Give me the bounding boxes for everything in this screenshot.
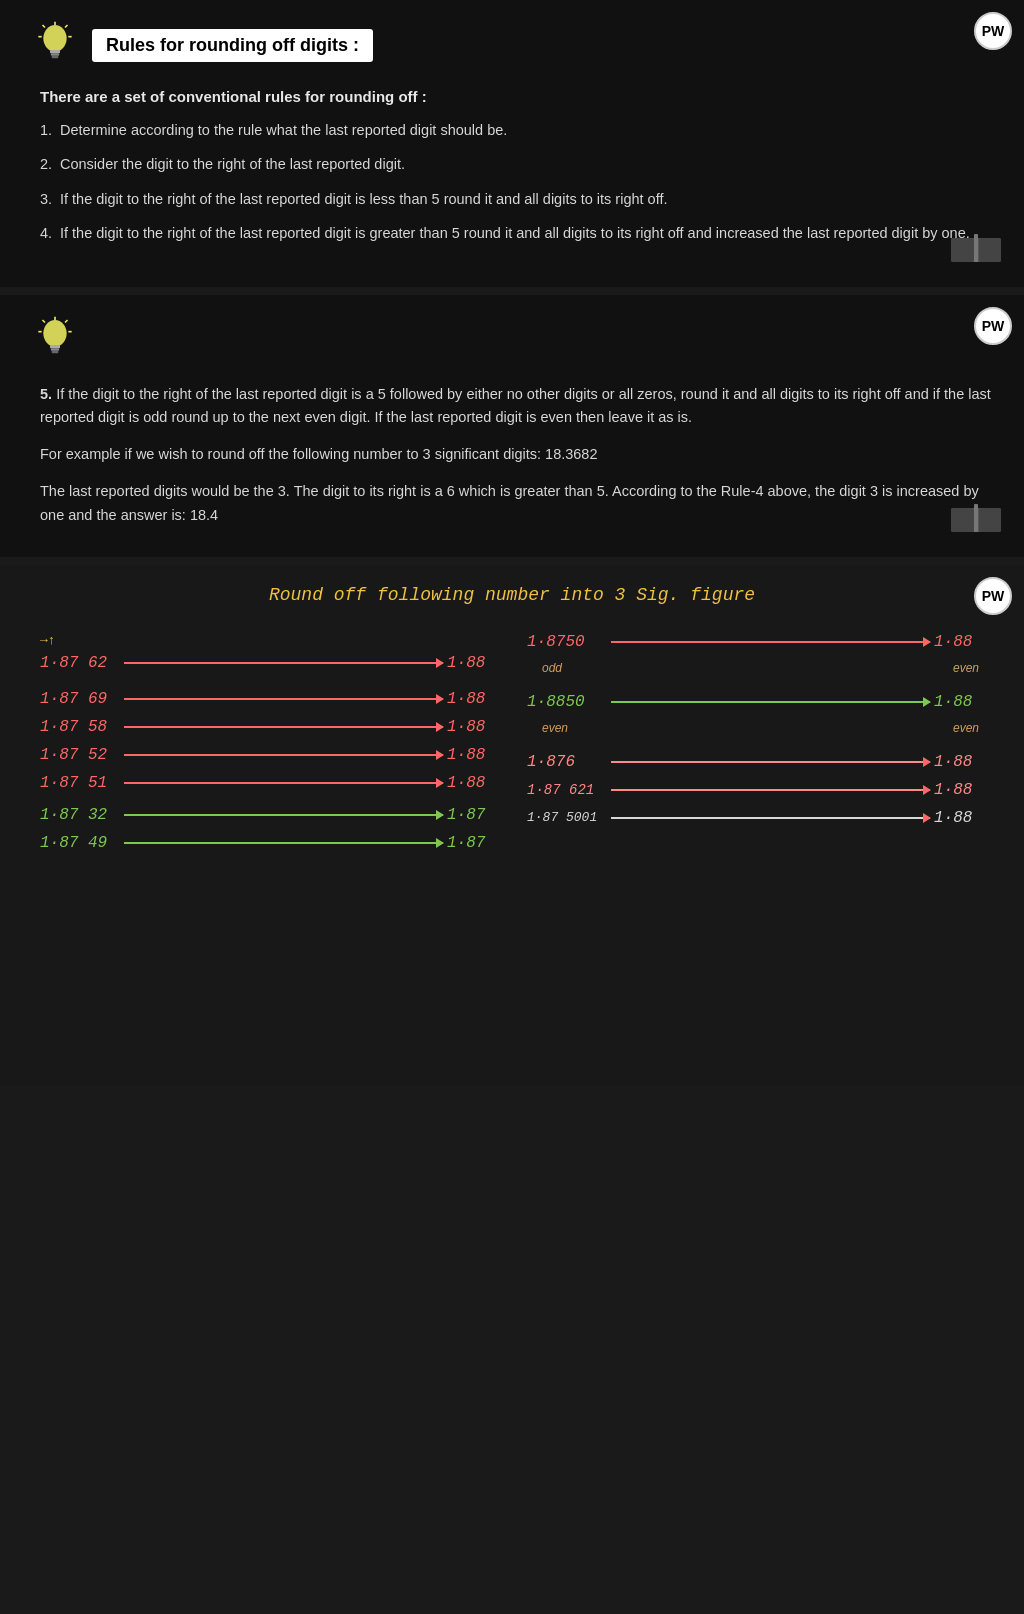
diagram-row-5: 1·87 51 1·88 [40,774,497,792]
rule-1: 1. Determine according to the rule what … [40,119,994,141]
right-arrow-4 [611,789,930,791]
diagram-row-4: 1·87 52 1·88 [40,746,497,764]
right-group-1: 1·8750 1·88 odd even [527,633,984,675]
panel-3: PW Round off following number into 3 Sig… [0,565,1024,1085]
svg-rect-10 [974,234,978,262]
arrow-6 [124,814,443,816]
panel-1: Rules for rounding off digits : PW There… [0,0,1024,287]
intro-text: There are a set of conventional rules fo… [40,88,994,105]
even-label-2: even [542,721,568,735]
svg-rect-2 [51,53,59,56]
pw-badge-2: PW [974,307,1012,345]
svg-rect-15 [51,348,59,351]
svg-line-6 [65,25,68,28]
arrow-5 [124,782,443,784]
right-row-3: 1·876 1·88 [527,753,984,771]
svg-line-5 [43,25,46,28]
panel-1-header: Rules for rounding off digits : [30,20,994,70]
diagram-title: Round off following number into 3 Sig. f… [20,585,1004,605]
rule-5-text: 5. If the digit to the right of the last… [40,383,994,429]
panel-2-content: 5. If the digit to the right of the last… [30,383,994,527]
svg-rect-11 [951,238,974,262]
arrow-1 [124,662,443,664]
arrow-7 [124,842,443,844]
arrow-2 [124,698,443,700]
svg-rect-12 [979,238,1001,262]
even-label-1: even [953,661,979,675]
svg-rect-23 [974,504,978,532]
right-row-1: 1·8750 1·88 [527,633,984,651]
svg-rect-1 [50,50,60,53]
diagram-row-2: 1·87 69 1·88 [40,690,497,708]
rule-3: 3. If the digit to the right of the last… [40,188,994,210]
svg-point-0 [43,25,66,52]
pw-badge-1: PW [974,12,1012,50]
right-row-2: 1·8850 1·88 [527,693,984,711]
example-body: The last reported digits would be the 3.… [40,480,994,526]
svg-point-13 [43,320,66,347]
book-icon [946,230,1006,269]
bulb-icon [30,20,80,70]
even-label-3: even [953,721,979,735]
diagram-row-1: 1·87 62 1·88 [40,654,497,672]
svg-line-18 [43,320,46,323]
bulb-icon-2 [30,315,80,365]
rules-list: 1. Determine according to the rule what … [40,119,994,245]
svg-rect-25 [979,508,1001,532]
diagram-left: →↑ 1·87 62 1·88 1·87 69 1·88 1·87 58 1·8… [40,633,497,862]
pw-badge-3: PW [974,577,1012,615]
right-arrow-2 [611,701,930,703]
diagram-content: →↑ 1·87 62 1·88 1·87 69 1·88 1·87 58 1·8… [20,633,1004,862]
diagram-row-6: 1·87 32 1·87 [40,806,497,824]
diagram-row-3: 1·87 58 1·88 [40,718,497,736]
right-row-5: 1·87 5001 1·88 [527,809,984,827]
panel-2: PW 5. If the digit to the right of the l… [0,295,1024,557]
svg-rect-24 [951,508,974,532]
odd-label: odd [542,661,562,675]
rule-4: 4. If the digit to the right of the last… [40,222,994,244]
panel-1-content: There are a set of conventional rules fo… [30,88,994,245]
svg-rect-16 [52,351,59,354]
example-intro: For example if we wish to round off the … [40,443,994,466]
book-icon-2 [946,500,1006,539]
right-arrow-1 [611,641,930,643]
right-arrow-3 [611,761,930,763]
right-arrow-5 [611,817,930,819]
rule-2: 2. Consider the digit to the right of th… [40,153,994,175]
right-group-2: 1·8850 1·88 even even [527,693,984,735]
right-row-4: 1·87 621 1·88 [527,781,984,799]
arrow-4 [124,754,443,756]
diagram-right: 1·8750 1·88 odd even 1·8850 1·88 even [527,633,984,862]
panel-title: Rules for rounding off digits : [92,29,373,62]
svg-rect-14 [50,345,60,348]
svg-line-19 [65,320,68,323]
panel-2-header [30,315,994,365]
svg-rect-3 [52,56,59,59]
diagram-row-7: 1·87 49 1·87 [40,834,497,852]
right-group-3: 1·876 1·88 1·87 621 1·88 1·87 5001 1·88 [527,753,984,827]
arrow-3 [124,726,443,728]
